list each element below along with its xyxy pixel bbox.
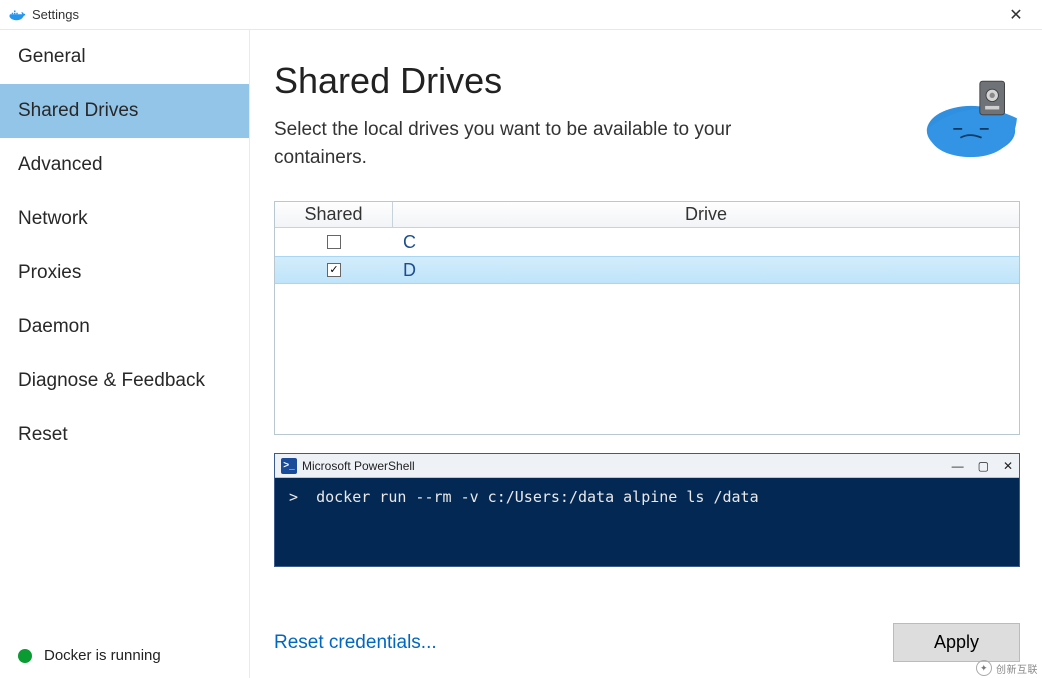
sidebar-item-label: Proxies: [18, 262, 81, 283]
window-title: Settings: [32, 7, 79, 22]
sidebar-item-label: Reset: [18, 424, 68, 445]
apply-button[interactable]: Apply: [893, 623, 1020, 662]
sidebar-item-label: Shared Drives: [18, 100, 138, 121]
drive-label: D: [393, 260, 1019, 281]
main-panel: Shared Drives Select the local drives yo…: [250, 30, 1042, 678]
status-dot-icon: [18, 649, 32, 663]
share-checkbox-d[interactable]: [327, 263, 341, 277]
sidebar-item-label: Advanced: [18, 154, 103, 175]
sidebar-item-daemon[interactable]: Daemon: [0, 300, 249, 354]
powershell-preview: >_ Microsoft PowerShell — ▢ ✕ > docker r…: [274, 453, 1020, 567]
sidebar-item-label: Daemon: [18, 316, 90, 337]
window-titlebar: Settings ✕: [0, 0, 1042, 30]
page-subtitle: Select the local drives you want to be a…: [274, 116, 774, 171]
watermark-logo-icon: ✦: [976, 660, 992, 676]
drive-row-d[interactable]: D: [275, 256, 1019, 284]
sidebar-item-label: Diagnose & Feedback: [18, 370, 205, 391]
watermark: ✦ 创新互联: [976, 660, 1038, 676]
sidebar-item-reset[interactable]: Reset: [0, 408, 249, 462]
table-header: Shared Drive: [275, 202, 1019, 228]
docker-whale-illustration-icon: [918, 60, 1024, 166]
shared-drives-table: Shared Drive C D: [274, 201, 1020, 435]
sidebar-item-label: Network: [18, 208, 88, 229]
sidebar-item-diagnose[interactable]: Diagnose & Feedback: [0, 354, 249, 408]
sidebar-item-proxies[interactable]: Proxies: [0, 246, 249, 300]
sidebar-item-shared-drives[interactable]: Shared Drives: [0, 84, 249, 138]
sidebar-item-label: General: [18, 46, 86, 67]
docker-status: Docker is running: [0, 633, 249, 678]
powershell-minimize-button[interactable]: —: [952, 459, 964, 473]
powershell-title: Microsoft PowerShell: [302, 459, 415, 473]
powershell-close-button[interactable]: ✕: [1003, 459, 1013, 473]
watermark-text: 创新互联: [996, 661, 1038, 676]
drive-label: C: [393, 232, 1019, 253]
docker-whale-icon: [8, 6, 26, 24]
sidebar-nav: General Shared Drives Advanced Network P…: [0, 30, 249, 633]
reset-credentials-link[interactable]: Reset credentials...: [274, 632, 437, 654]
sidebar-item-general[interactable]: General: [0, 30, 249, 84]
drive-row-c[interactable]: C: [275, 228, 1019, 256]
powershell-maximize-button[interactable]: ▢: [978, 459, 989, 473]
powershell-titlebar: >_ Microsoft PowerShell — ▢ ✕: [275, 454, 1019, 478]
window-close-button[interactable]: ✕: [998, 0, 1034, 29]
sidebar-item-advanced[interactable]: Advanced: [0, 138, 249, 192]
column-header-shared[interactable]: Shared: [275, 202, 393, 227]
share-checkbox-c[interactable]: [327, 235, 341, 249]
page-title: Shared Drives: [274, 60, 1020, 102]
powershell-icon: >_: [281, 458, 297, 474]
powershell-command: > docker run --rm -v c:/Users:/data alpi…: [275, 478, 1019, 566]
column-header-drive[interactable]: Drive: [393, 202, 1019, 227]
status-text: Docker is running: [44, 647, 161, 664]
sidebar: General Shared Drives Advanced Network P…: [0, 30, 250, 678]
sidebar-item-network[interactable]: Network: [0, 192, 249, 246]
